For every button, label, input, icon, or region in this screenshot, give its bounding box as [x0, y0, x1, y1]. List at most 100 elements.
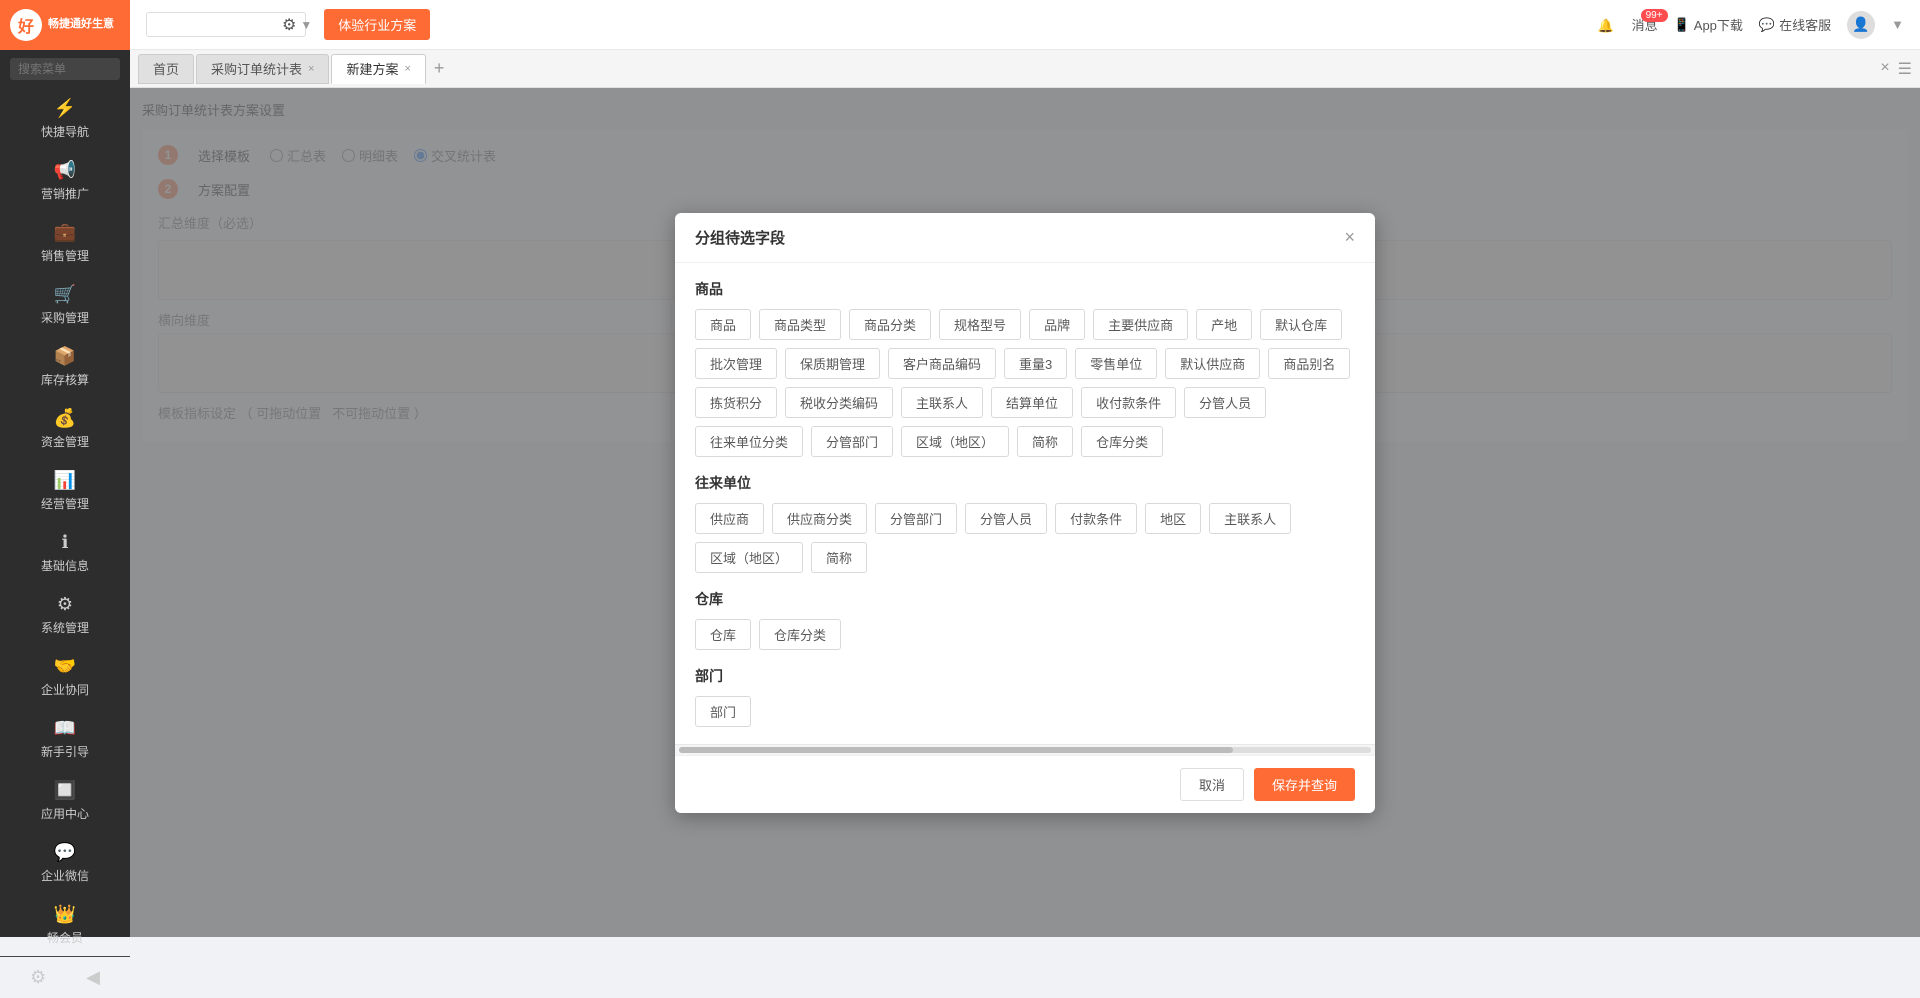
field-tag-供应商[interactable]: 供应商: [695, 503, 764, 534]
field-tag-结算单位[interactable]: 结算单位: [991, 387, 1073, 418]
field-tag-收付款条件[interactable]: 收付款条件: [1081, 387, 1176, 418]
sidebar-item-label: 库存核算: [41, 371, 89, 388]
sidebar-item-operations[interactable]: 📊 经营管理: [0, 460, 130, 522]
sidebar-item-label: 企业微信: [41, 867, 89, 884]
experience-plan-button[interactable]: 体验行业方案: [324, 9, 430, 40]
section-partner: 往来单位供应商供应商分类分管部门分管人员付款条件地区主联系人区域（地区）简称: [695, 473, 1355, 573]
field-tag-品牌[interactable]: 品牌: [1029, 309, 1085, 340]
field-tag-产地[interactable]: 产地: [1196, 309, 1252, 340]
modal-body[interactable]: 商品商品商品类型商品分类规格型号品牌主要供应商产地默认仓库批次管理保质期管理客户…: [675, 263, 1375, 745]
sidebar-item-wechat[interactable]: 💬 企业微信: [0, 832, 130, 894]
sidebar-item-label: 企业协同: [41, 681, 89, 698]
modal-close-button[interactable]: ×: [1344, 227, 1355, 248]
field-tag-商品分类[interactable]: 商品分类: [849, 309, 931, 340]
field-tag-税收分类编码[interactable]: 税收分类编码: [785, 387, 893, 418]
field-tag-零售单位[interactable]: 零售单位: [1075, 348, 1157, 379]
app-download-label: App下载: [1694, 15, 1743, 34]
sales-icon: 💼: [54, 222, 76, 243]
field-tag-地区[interactable]: 地区: [1145, 503, 1201, 534]
modal-overlay: 分组待选字段 × 商品商品商品类型商品分类规格型号品牌主要供应商产地默认仓库批次…: [130, 88, 1920, 937]
sidebar-item-app-center[interactable]: 🔲 应用中心: [0, 770, 130, 832]
field-tag-区域（地区）[interactable]: 区域（地区）: [695, 542, 803, 573]
sidebar-item-label: 新手引导: [41, 743, 89, 760]
sidebar-item-guide[interactable]: 📖 新手引导: [0, 708, 130, 770]
tab-home[interactable]: 首页: [138, 54, 194, 84]
tab-purchase-order[interactable]: 采购订单统计表 ×: [196, 54, 329, 84]
tabbar-close-icon[interactable]: ×: [1880, 59, 1889, 79]
sidebar-item-inventory[interactable]: 📦 库存核算: [0, 336, 130, 398]
field-tag-批次管理[interactable]: 批次管理: [695, 348, 777, 379]
search-menu-input[interactable]: [10, 58, 120, 80]
field-tag-简称[interactable]: 简称: [811, 542, 867, 573]
sidebar-item-label: 资金管理: [41, 433, 89, 450]
sidebar-item-label: 基础信息: [41, 557, 89, 574]
field-tag-区域（地区）[interactable]: 区域（地区）: [901, 426, 1009, 457]
field-tag-重量3[interactable]: 重量3: [1004, 348, 1067, 379]
field-tag-保质期管理[interactable]: 保质期管理: [785, 348, 880, 379]
field-tag-仓库[interactable]: 仓库: [695, 619, 751, 650]
field-tag-客户商品编码[interactable]: 客户商品编码: [888, 348, 996, 379]
sidebar-item-label: 系统管理: [41, 619, 89, 636]
tabbar-menu-icon[interactable]: ☰: [1898, 59, 1912, 79]
field-tag-商品类型[interactable]: 商品类型: [759, 309, 841, 340]
field-tag-分管部门[interactable]: 分管部门: [811, 426, 893, 457]
sidebar-item-purchase[interactable]: 🛒 采购管理: [0, 274, 130, 336]
tab-purchase-close[interactable]: ×: [308, 63, 314, 75]
field-tag-主联系人[interactable]: 主联系人: [1209, 503, 1291, 534]
sidebar-item-label: 采购管理: [41, 309, 89, 326]
field-tag-主联系人[interactable]: 主联系人: [901, 387, 983, 418]
settings-bottom-icon[interactable]: ⚙: [30, 967, 46, 988]
tab-new-plan[interactable]: 新建方案 ×: [331, 54, 425, 84]
sidebar-item-finance[interactable]: 💰 资金管理: [0, 398, 130, 460]
field-tag-拣货积分[interactable]: 拣货积分: [695, 387, 777, 418]
field-list-warehouse: 仓库仓库分类: [695, 619, 1355, 650]
modal-title: 分组待选字段: [695, 227, 785, 248]
field-tag-商品[interactable]: 商品: [695, 309, 751, 340]
field-tag-规格型号[interactable]: 规格型号: [939, 309, 1021, 340]
section-title-warehouse: 仓库: [695, 589, 1355, 609]
online-service-area[interactable]: 💬 在线客服: [1759, 15, 1831, 34]
cancel-button[interactable]: 取消: [1180, 768, 1244, 801]
field-tag-默认供应商[interactable]: 默认供应商: [1165, 348, 1260, 379]
basic-info-icon: ℹ: [62, 532, 69, 553]
sidebar-item-label: 经营管理: [41, 495, 89, 512]
field-select-modal: 分组待选字段 × 商品商品商品类型商品分类规格型号品牌主要供应商产地默认仓库批次…: [675, 213, 1375, 813]
field-tag-分管部门[interactable]: 分管部门: [875, 503, 957, 534]
field-tag-分管人员[interactable]: 分管人员: [965, 503, 1047, 534]
topbar-right: 🔔 99+ 消息 📱 App下载 💬 在线客服 👤 ▼: [1598, 11, 1904, 39]
field-tag-仓库分类[interactable]: 仓库分类: [759, 619, 841, 650]
sidebar-bottom: ⚙ ◀: [0, 956, 130, 998]
sidebar-item-basic-info[interactable]: ℹ 基础信息: [0, 522, 130, 584]
sidebar-item-label: 应用中心: [41, 805, 89, 822]
sidebar-item-sales[interactable]: 💼 销售管理: [0, 212, 130, 274]
tab-add-button[interactable]: +: [428, 58, 451, 79]
field-tag-仓库分类[interactable]: 仓库分类: [1081, 426, 1163, 457]
sidebar-item-collab[interactable]: 🤝 企业协同: [0, 646, 130, 708]
sidebar-item-vip[interactable]: 👑 畅会员: [0, 894, 130, 956]
field-tag-部门[interactable]: 部门: [695, 696, 751, 727]
user-avatar[interactable]: 👤: [1847, 11, 1875, 39]
section-title-department: 部门: [695, 666, 1355, 686]
topbar-search: ⚙ ▼: [146, 12, 312, 37]
quick-nav-icon: ⚡: [54, 98, 76, 119]
app-logo: 好 畅捷通好生意: [0, 0, 130, 50]
field-tag-主要供应商[interactable]: 主要供应商: [1093, 309, 1188, 340]
save-query-button[interactable]: 保存并查询: [1254, 768, 1355, 801]
tab-new-plan-close[interactable]: ×: [404, 63, 410, 75]
sidebar-item-marketing[interactable]: 📢 营销推广: [0, 150, 130, 212]
field-tag-付款条件[interactable]: 付款条件: [1055, 503, 1137, 534]
sidebar-item-system[interactable]: ⚙ 系统管理: [0, 584, 130, 646]
field-tag-默认仓库[interactable]: 默认仓库: [1260, 309, 1342, 340]
sidebar-item-label: 销售管理: [41, 247, 89, 264]
app-download-area[interactable]: 📱 App下载: [1674, 15, 1743, 34]
notification-area[interactable]: 🔔 99+ 消息: [1598, 15, 1658, 34]
topbar-gear-button[interactable]: ⚙: [282, 15, 296, 35]
field-tag-商品别名[interactable]: 商品别名: [1268, 348, 1350, 379]
field-tag-简称[interactable]: 简称: [1017, 426, 1073, 457]
field-tag-分管人员[interactable]: 分管人员: [1184, 387, 1266, 418]
field-tag-往来单位分类[interactable]: 往来单位分类: [695, 426, 803, 457]
sidebar-item-quick-nav[interactable]: ⚡ 快捷导航: [0, 88, 130, 150]
modal-header: 分组待选字段 ×: [675, 213, 1375, 263]
collapse-icon[interactable]: ◀: [86, 967, 100, 988]
field-tag-供应商分类[interactable]: 供应商分类: [772, 503, 867, 534]
